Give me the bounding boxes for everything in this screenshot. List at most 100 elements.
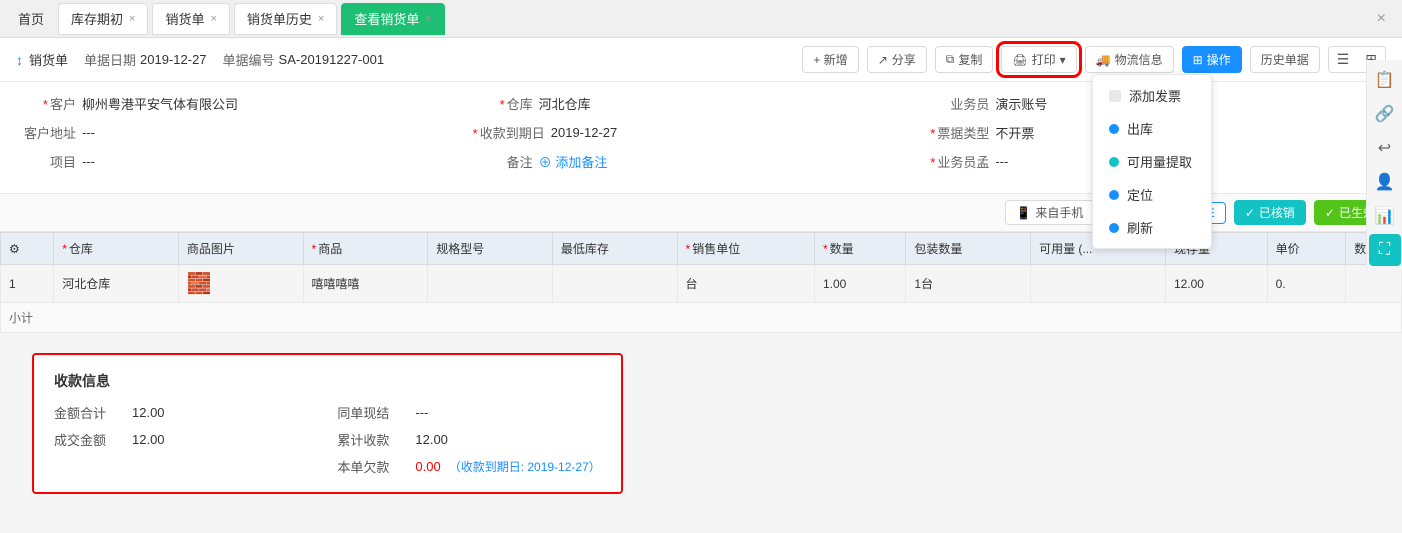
logistics-icon: 🚚 [1096,53,1111,67]
doc-no-meta: 单据编号 SA-20191227-001 [223,50,385,69]
tab-bar: 首页 库存期初 × 销货单 × 销货单历史 × 查看销货单 × × [0,0,1402,38]
plus-icon: ⊕ [539,155,552,170]
share-icon: ↗ [878,53,888,67]
sidebar-icon-clipboard[interactable]: 📋 [1369,64,1401,96]
tab-inventory-init[interactable]: 库存期初 × [58,3,148,35]
outstanding-row: 本单欠款 0.00 （收款到期日: 2019-12-27） [337,457,600,476]
amount-total-label: 金额合计 [54,403,124,422]
dropdown-locate[interactable]: 定位 [1093,178,1211,211]
outbound-label: 出库 [1127,119,1153,138]
history-label: 历史单据 [1261,51,1309,68]
operate-dropdown: 添加发票 出库 可用量提取 定位 刷新 [1092,74,1212,249]
col-settings[interactable]: ⚙ [1,233,54,265]
print-button[interactable]: 🖨 打印 ▾ [1001,46,1076,73]
address-label: 客户地址 [16,123,76,142]
col-product: 商品 [303,233,428,265]
sidebar-icon-user[interactable]: 👤 [1369,166,1401,198]
salesperson2-label: 业务员孟 [929,152,989,171]
tab-close-view[interactable]: × [425,13,431,25]
logistics-label: 物流信息 [1115,51,1163,68]
available-qty-icon [1109,157,1119,167]
dropdown-add-invoice[interactable]: 添加发票 [1093,79,1211,112]
same-order-value: --- [415,405,428,420]
dropdown-refresh[interactable]: 刷新 [1093,211,1211,244]
tab-close-inventory[interactable]: × [129,13,135,25]
subtotal-row: 小计 [1,303,1402,333]
refresh-icon [1109,223,1119,233]
warehouse-value: 河北仓库 [539,94,591,113]
doc-icon: ↕ [16,52,23,68]
logistics-button[interactable]: 🚚 物流信息 [1085,46,1174,73]
payment-grid: 金额合计 12.00 成交金额 12.00 同单现结 --- 累计收款 [54,403,601,476]
payment-info-box: 收款信息 金额合计 12.00 成交金额 12.00 同单现结 --- [32,353,623,494]
doc-title: ↕ 销货单 [16,50,68,69]
row-unit: 台 [677,265,814,303]
outbound-icon [1109,124,1119,134]
add-remark-button[interactable]: ⊕ 添加备注 [539,152,608,171]
tab-close-history[interactable]: × [318,13,324,25]
new-button[interactable]: + 新增 [802,46,858,73]
row-no: 1 [1,265,54,303]
deal-amount-label: 成交金额 [54,430,124,449]
col-spec: 规格型号 [428,233,553,265]
tab-label: 销货单历史 [247,9,312,28]
no-label: 单据编号 [223,50,275,69]
tab-home[interactable]: 首页 [8,3,54,34]
locate-icon [1109,190,1119,200]
add-invoice-label: 添加发票 [1129,86,1181,105]
row-amount [1346,265,1402,303]
customer-value: 柳州粤港平安气体有限公司 [82,94,238,113]
col-qty: 数量 [814,233,905,265]
copy-icon: ⧉ [946,52,955,67]
salesperson-value: 演示账号 [995,94,1047,113]
sidebar-icon-return[interactable]: ↩ [1369,132,1401,164]
remark-label: 备注 [473,152,533,171]
share-button[interactable]: ↗ 分享 [867,46,927,73]
outstanding-label: 本单欠款 [337,457,407,476]
project-value: --- [82,154,95,169]
ticket-value: 不开票 [995,123,1034,142]
col-unit: 销售单位 [677,233,814,265]
effective-check-icon: ✓ [1325,206,1335,220]
project-label: 项目 [16,152,76,171]
dropdown-available-qty[interactable]: 可用量提取 [1093,145,1211,178]
customer-label: 客户 [16,94,76,113]
phone-icon: 📱 [1016,206,1031,220]
from-phone-label: 来自手机 [1035,204,1083,221]
row-image: 🧱 [178,265,303,303]
ticket-label: 票据类型 [929,123,989,142]
invoice-icon [1109,90,1121,102]
sidebar-icon-expand[interactable]: ⛶ [1369,234,1401,266]
tab-close-sales[interactable]: × [210,13,216,25]
row-qty: 1.00 [814,265,905,303]
tab-sales-history[interactable]: 销货单历史 × [234,3,337,35]
copy-button[interactable]: ⧉ 复制 [935,46,994,73]
remark-field: 备注 ⊕ 添加备注 [473,152,930,171]
tab-view-sales[interactable]: 查看销货单 × [341,3,444,35]
row-spec [428,265,553,303]
available-qty-label: 可用量提取 [1127,152,1192,171]
sidebar-icon-chart[interactable]: 📊 [1369,200,1401,232]
doc-actions: + 新增 ↗ 分享 ⧉ 复制 🖨 打印 ▾ 🚚 物流信息 ⊞ 操作 [802,46,1386,73]
operate-label: 操作 [1207,51,1231,68]
same-order-row: 同单现结 --- [337,403,600,422]
view-list-button[interactable]: ☰ [1329,47,1358,72]
accumulated-value: 12.00 [415,432,448,447]
row-pack-qty: 1台 [906,265,1031,303]
accumulated-label: 累计收款 [337,430,407,449]
copy-label: 复制 [958,51,982,68]
project-field: 项目 --- [16,152,473,171]
col-image: 商品图片 [178,233,303,265]
sidebar-icon-link[interactable]: 🔗 [1369,98,1401,130]
from-phone-button[interactable]: 📱 来自手机 [1005,200,1094,225]
warehouse-field: 仓库 河北仓库 [473,94,930,113]
accumulated-row: 累计收款 12.00 [337,430,600,449]
window-close-button[interactable]: × [1369,6,1394,32]
tab-sales-order[interactable]: 销货单 × [152,3,229,35]
subtotal-label: 小计 [1,303,1402,333]
sold-out-button[interactable]: ✓ 已核销 [1234,200,1306,225]
history-button[interactable]: 历史单据 [1250,46,1320,73]
col-warehouse: 仓库 [54,233,179,265]
dropdown-outbound[interactable]: 出库 [1093,112,1211,145]
operate-button[interactable]: ⊞ 操作 [1182,46,1242,73]
